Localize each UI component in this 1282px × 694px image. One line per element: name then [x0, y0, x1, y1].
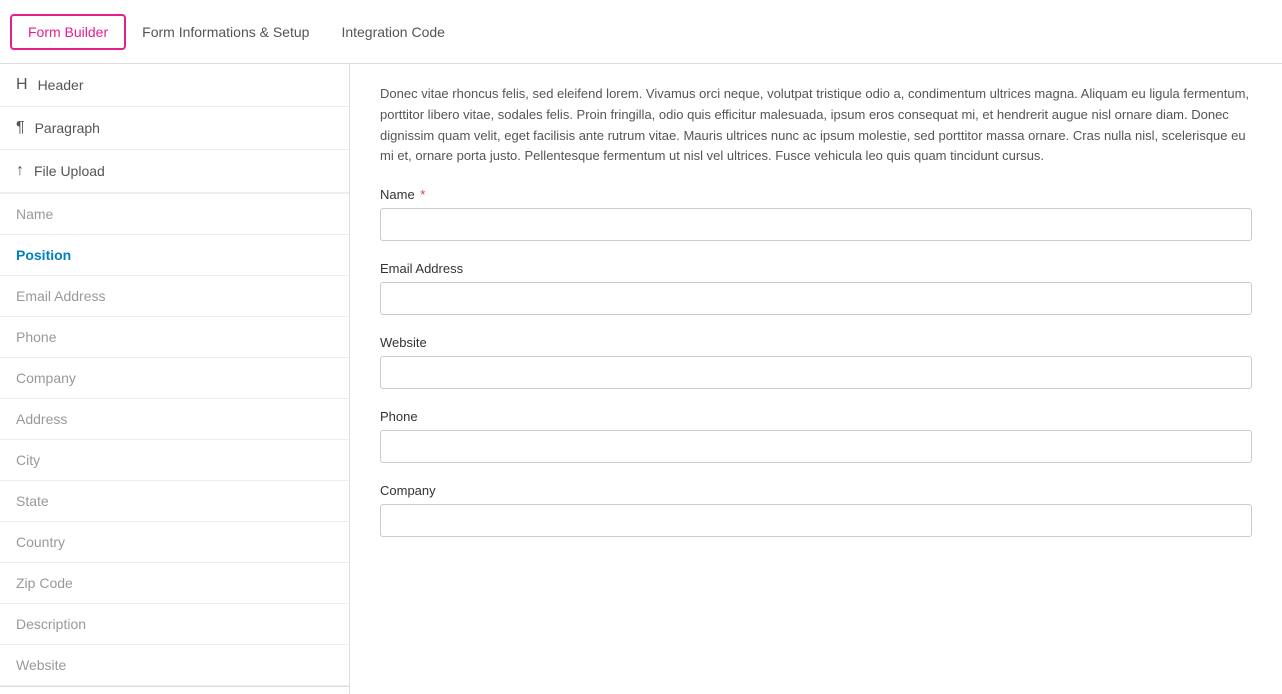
label-name: Name *: [380, 187, 1252, 202]
sidebar-item-country[interactable]: Country: [0, 522, 349, 563]
sidebar-item-phone[interactable]: Phone: [0, 317, 349, 358]
sidebar-item-company[interactable]: Company: [0, 358, 349, 399]
lorem-paragraph: Donec vitae rhoncus felis, sed eleifend …: [380, 84, 1252, 167]
tab-form-info[interactable]: Form Informations & Setup: [126, 16, 325, 48]
file-upload-icon: ↑: [16, 162, 24, 180]
label-website: Website: [380, 335, 1252, 350]
tab-form-builder[interactable]: Form Builder: [10, 14, 126, 50]
form-group-company: Company: [380, 483, 1252, 537]
sidebar-item-address[interactable]: Address: [0, 399, 349, 440]
sidebar-item-description[interactable]: Description: [0, 604, 349, 645]
input-company[interactable]: [380, 504, 1252, 537]
sidebar-fields-section: Name Position Email Address Phone Compan…: [0, 194, 349, 686]
sidebar-item-header-label: Header: [38, 77, 84, 93]
sidebar-item-paragraph-label: Paragraph: [35, 120, 100, 136]
sidebar-item-header[interactable]: H Header: [0, 64, 349, 107]
sidebar-item-name[interactable]: Name: [0, 194, 349, 235]
label-company: Company: [380, 483, 1252, 498]
required-star: *: [417, 187, 426, 202]
input-email[interactable]: [380, 282, 1252, 315]
label-phone: Phone: [380, 409, 1252, 424]
form-group-email: Email Address: [380, 261, 1252, 315]
input-website[interactable]: [380, 356, 1252, 389]
sidebar-item-file-upload[interactable]: ↑ File Upload: [0, 150, 349, 193]
sidebar-item-website[interactable]: Website: [0, 645, 349, 686]
sidebar-footer: CLEAR SAVE: [0, 686, 349, 694]
sidebar-item-file-upload-label: File Upload: [34, 163, 105, 179]
input-name[interactable]: [380, 208, 1252, 241]
form-group-name: Name *: [380, 187, 1252, 241]
sidebar-item-position[interactable]: Position: [0, 235, 349, 276]
paragraph-icon: ¶: [16, 119, 25, 137]
content-area: Donec vitae rhoncus felis, sed eleifend …: [350, 64, 1282, 694]
sidebar-item-city[interactable]: City: [0, 440, 349, 481]
form-group-phone: Phone: [380, 409, 1252, 463]
sidebar-item-paragraph[interactable]: ¶ Paragraph: [0, 107, 349, 150]
input-phone[interactable]: [380, 430, 1252, 463]
header-icon: H: [16, 76, 28, 94]
form-group-website: Website: [380, 335, 1252, 389]
sidebar-item-email-address[interactable]: Email Address: [0, 276, 349, 317]
sidebar: H Header ¶ Paragraph ↑ File Upload Name …: [0, 64, 350, 694]
sidebar-special-section: H Header ¶ Paragraph ↑ File Upload: [0, 64, 349, 194]
sidebar-item-zip-code[interactable]: Zip Code: [0, 563, 349, 604]
tab-integration-code[interactable]: Integration Code: [325, 16, 461, 48]
sidebar-item-state[interactable]: State: [0, 481, 349, 522]
main-layout: H Header ¶ Paragraph ↑ File Upload Name …: [0, 64, 1282, 694]
top-nav: Form Builder Form Informations & Setup I…: [0, 0, 1282, 64]
label-email: Email Address: [380, 261, 1252, 276]
